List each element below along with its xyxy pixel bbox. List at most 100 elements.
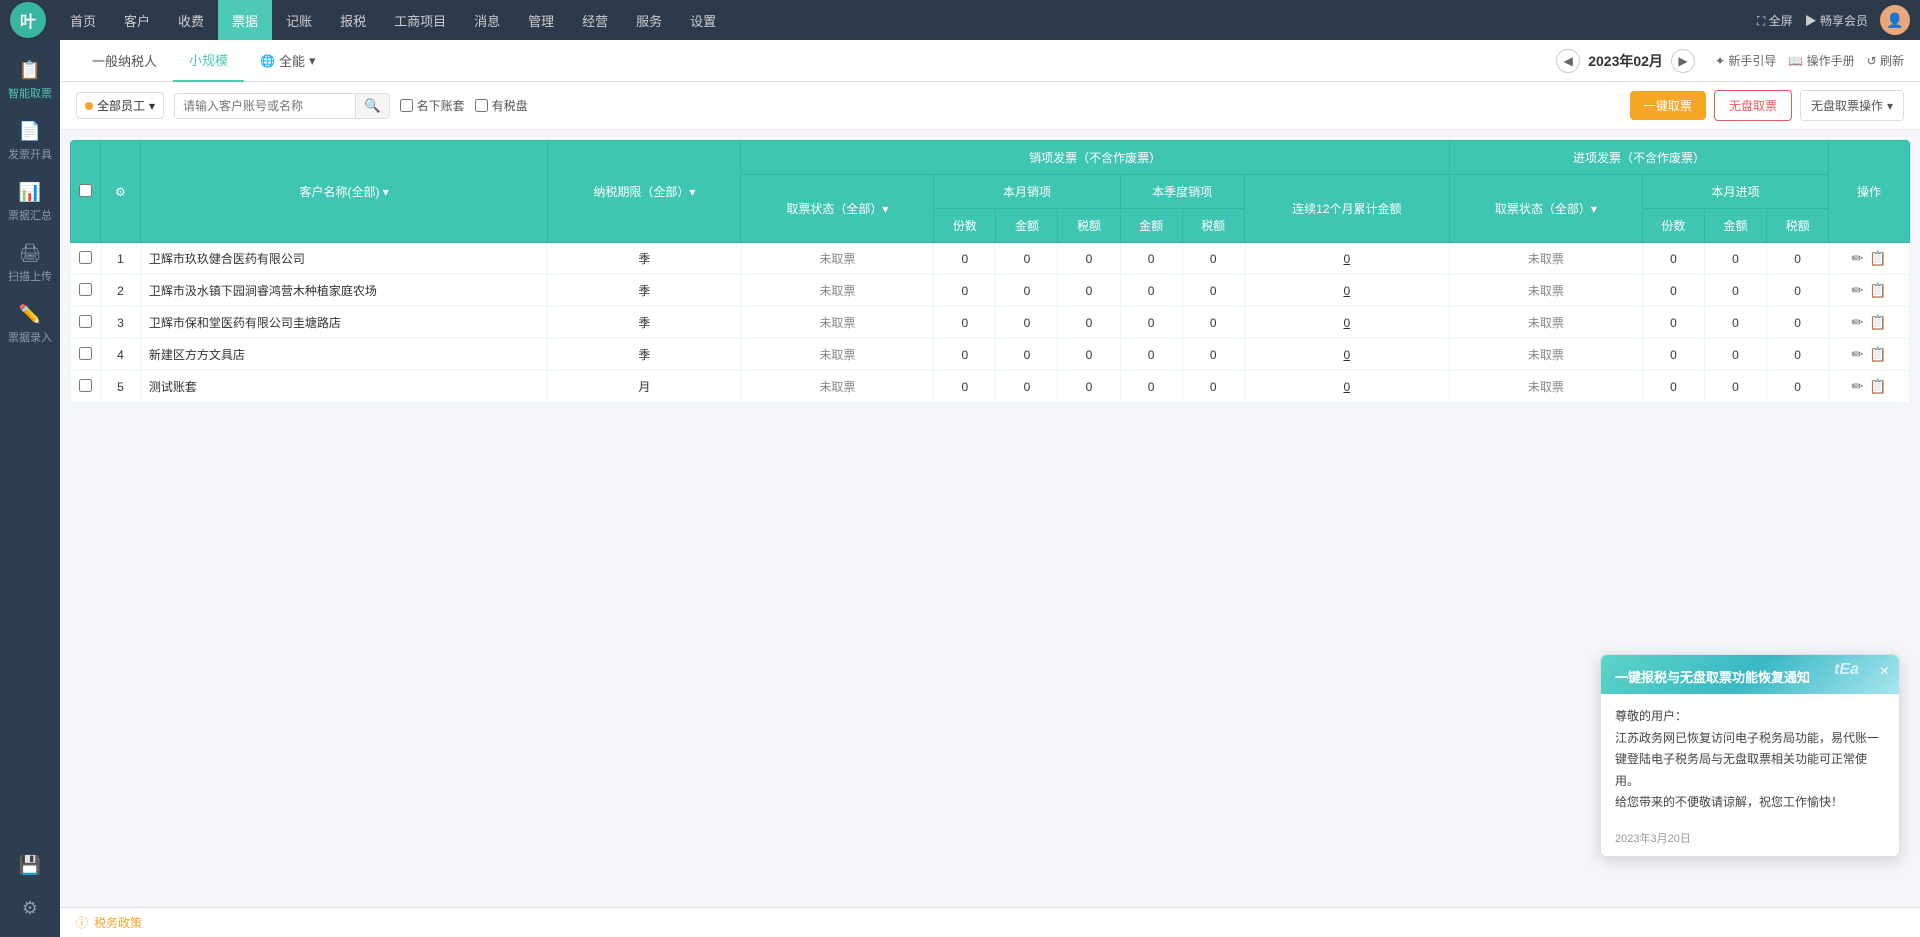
row-sales-season-amount-cell: 0 — [1120, 243, 1182, 275]
select-all-checkbox[interactable] — [79, 184, 92, 197]
nav-home[interactable]: 首页 — [56, 0, 110, 40]
nav-billing[interactable]: 收费 — [164, 0, 218, 40]
row-sales-month-tax-cell: 0 — [1058, 275, 1120, 307]
row-checkbox-cell[interactable] — [71, 243, 101, 275]
detail-icon[interactable]: 📋 — [1869, 282, 1886, 299]
dropdown-arrow-icon: ▾ — [1887, 99, 1893, 113]
edit-icon[interactable]: ✏ — [1851, 250, 1863, 267]
sidebar-item-invoice-entry[interactable]: ✏️ 票据录入 — [0, 294, 60, 355]
nav-operation[interactable]: 经营 — [568, 0, 622, 40]
table-row: 2 卫辉市汲水镇下园涧睿鸿营木种植家庭农场 季 未取票 0 0 0 0 0 0 … — [71, 275, 1910, 307]
nav-customer[interactable]: 客户 — [110, 0, 164, 40]
nav-settings[interactable]: 设置 — [676, 0, 730, 40]
sidebar-item-label: 发票开具 — [8, 146, 52, 162]
tab-general-taxpayer[interactable]: 一般纳税人 — [76, 40, 173, 82]
row-sales-cumulative-cell[interactable]: 0 — [1244, 339, 1449, 371]
row-sales-season-amount-cell: 0 — [1120, 307, 1182, 339]
tax-disk-filter[interactable]: 有税盘 — [475, 97, 528, 114]
nav-service[interactable]: 服务 — [622, 0, 676, 40]
row-period-cell: 季 — [548, 275, 741, 307]
row-checkbox[interactable] — [79, 315, 92, 328]
nav-right: ⛶ 全屏 ▶ 畅享会员 👤 — [1757, 5, 1910, 35]
edit-icon[interactable]: ✏ — [1851, 314, 1863, 331]
row-customer-cell: 卫辉市保和堂医药有限公司圭塘路店 — [140, 307, 548, 339]
detail-icon[interactable]: 📋 — [1869, 250, 1886, 267]
my-accounts-checkbox[interactable] — [400, 99, 413, 112]
nav-items: 首页 客户 收费 票据 记账 报税 工商项目 消息 管理 经营 服务 设置 — [56, 0, 1757, 40]
row-sales-status-cell: 未取票 — [741, 371, 934, 403]
sidebar-item-invoice-issue[interactable]: 📄 发票开具 — [0, 111, 60, 172]
sidebar: 📋 智能取票 📄 发票开具 📊 票据汇总 🖨 扫描上传 ✏️ 票据录入 💾 ⚙ — [0, 40, 60, 937]
row-sales-cumulative-cell[interactable]: 0 — [1244, 243, 1449, 275]
refresh-btn[interactable]: ↺ 刷新 — [1867, 52, 1904, 69]
nav-tax[interactable]: 报税 — [326, 0, 380, 40]
sub-tabs-bar: 一般纳税人 小规模 🌐 全能 ▾ ◀ 2023年02月 ▶ ✦ 新手引导 📖 操… — [60, 40, 1920, 82]
employee-filter[interactable]: 全部员工 ▾ — [76, 92, 164, 119]
detail-icon[interactable]: 📋 — [1869, 346, 1886, 363]
nav-business[interactable]: 工商项目 — [380, 0, 460, 40]
no-disk-btn[interactable]: 无盘取票 — [1714, 90, 1792, 121]
edit-icon[interactable]: ✏ — [1851, 282, 1863, 299]
col-purchase-month-count: 份数 — [1642, 209, 1704, 243]
tax-disk-checkbox[interactable] — [475, 99, 488, 112]
sidebar-item-smart-invoice[interactable]: 📋 智能取票 — [0, 50, 60, 111]
invoice-table: ⚙ 客户名称(全部) ▾ 纳税期限（全部）▾ 销项发票（不含作废票） 进项发票（… — [70, 140, 1910, 403]
search-input[interactable] — [175, 95, 355, 117]
col-purchase-month-amount: 金额 — [1704, 209, 1766, 243]
manual-btn[interactable]: 📖 操作手册 — [1788, 52, 1854, 69]
tax-policy-link[interactable]: 税务政策 — [94, 914, 142, 931]
prev-month-btn[interactable]: ◀ — [1556, 49, 1580, 73]
top-navigation: 叶 首页 客户 收费 票据 记账 报税 工商项目 消息 管理 经营 服务 设置 … — [0, 0, 1920, 40]
nav-management[interactable]: 管理 — [514, 0, 568, 40]
search-button[interactable]: 🔍 — [355, 94, 389, 118]
row-checkbox[interactable] — [79, 283, 92, 296]
tab-all[interactable]: 🌐 全能 ▾ — [244, 40, 332, 82]
next-month-btn[interactable]: ▶ — [1671, 49, 1695, 73]
data-table-container: ⚙ 客户名称(全部) ▾ 纳税期限（全部）▾ 销项发票（不含作废票） 进项发票（… — [70, 140, 1910, 403]
notification-body: 尊敬的用户： 江苏政务网已恢复访问电子税务局功能，易代账一键登陆电子税务局与无盘… — [1601, 694, 1899, 826]
edit-icon[interactable]: ✏ — [1851, 346, 1863, 363]
row-checkbox-cell[interactable] — [71, 371, 101, 403]
nav-invoice[interactable]: 票据 — [218, 0, 272, 40]
one-click-btn[interactable]: 一键取票 — [1630, 91, 1706, 120]
row-purchase-month-amount-cell: 0 — [1704, 339, 1766, 371]
sidebar-settings-btn[interactable]: ⚙ — [19, 890, 41, 927]
row-checkbox[interactable] — [79, 251, 92, 264]
row-sales-cumulative-cell[interactable]: 0 — [1244, 371, 1449, 403]
avatar[interactable]: 👤 — [1880, 5, 1910, 35]
sidebar-download-btn[interactable]: 💾 — [19, 847, 41, 884]
invoice-summary-icon: 📊 — [19, 182, 41, 203]
edit-icon[interactable]: ✏ — [1851, 378, 1863, 395]
nav-message[interactable]: 消息 — [460, 0, 514, 40]
table-row: 4 新建区方方文具店 季 未取票 0 0 0 0 0 0 未取票 0 0 0 ✏… — [71, 339, 1910, 371]
my-accounts-filter[interactable]: 名下账套 — [400, 97, 465, 114]
row-checkbox[interactable] — [79, 347, 92, 360]
notification-close-btn[interactable]: × — [1880, 663, 1889, 681]
col-purchase-month-tax: 税额 — [1767, 209, 1829, 243]
row-sales-month-amount-cell: 0 — [996, 371, 1058, 403]
vip-btn[interactable]: ▶ 畅享会员 — [1805, 12, 1868, 29]
sidebar-item-scan-upload[interactable]: 🖨 扫描上传 — [0, 233, 60, 294]
row-sales-cumulative-cell[interactable]: 0 — [1244, 275, 1449, 307]
no-disk-ops-btn[interactable]: 无盘取票操作 ▾ — [1800, 90, 1904, 121]
row-sales-month-tax-cell: 0 — [1058, 339, 1120, 371]
fullscreen-btn[interactable]: ⛶ 全屏 — [1757, 12, 1793, 29]
row-checkbox-cell[interactable] — [71, 339, 101, 371]
detail-icon[interactable]: 📋 — [1869, 314, 1886, 331]
sidebar-item-invoice-summary[interactable]: 📊 票据汇总 — [0, 172, 60, 233]
detail-icon[interactable]: 📋 — [1869, 378, 1886, 395]
col-this-month-header: 本月销项 — [934, 175, 1120, 209]
guide-btn[interactable]: ✦ 新手引导 — [1715, 52, 1776, 69]
row-sales-month-amount-cell: 0 — [996, 339, 1058, 371]
row-purchase-month-count-cell: 0 — [1642, 339, 1704, 371]
row-checkbox-cell[interactable] — [71, 275, 101, 307]
notif-line2: 江苏政务网已恢复访问电子税务局功能，易代账一键登陆电子税务局与无盘取票相关功能可… — [1615, 728, 1885, 793]
settings-col-icon[interactable]: ⚙ — [115, 185, 126, 199]
row-purchase-month-amount-cell: 0 — [1704, 307, 1766, 339]
row-checkbox-cell[interactable] — [71, 307, 101, 339]
nav-bookkeeping[interactable]: 记账 — [272, 0, 326, 40]
row-checkbox[interactable] — [79, 379, 92, 392]
tab-small-scale[interactable]: 小规模 — [173, 40, 244, 82]
row-sales-cumulative-cell[interactable]: 0 — [1244, 307, 1449, 339]
col-sales-month-amount: 金额 — [996, 209, 1058, 243]
